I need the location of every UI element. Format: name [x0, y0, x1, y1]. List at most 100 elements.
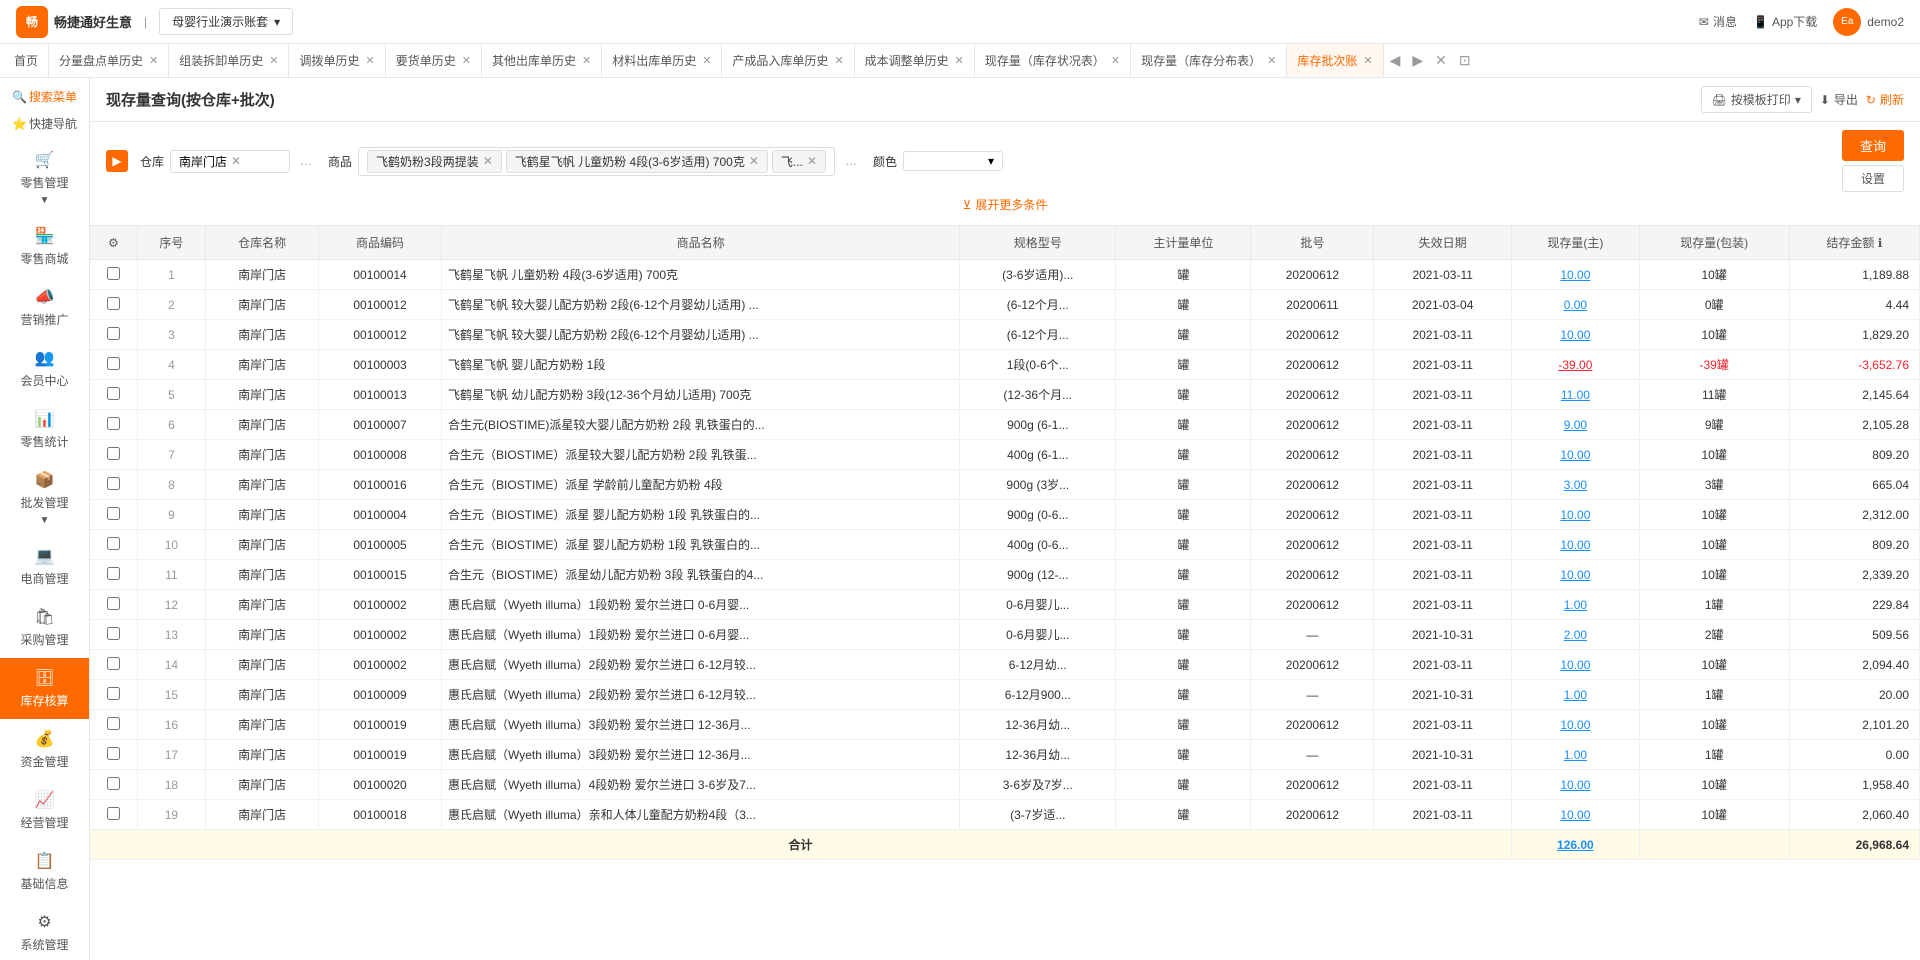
- td-qty-main[interactable]: 0.00: [1512, 290, 1640, 320]
- th-settings[interactable]: ⚙: [90, 226, 137, 260]
- sidebar-item-marketing[interactable]: 📣 营销推广: [0, 277, 89, 338]
- td-checkbox[interactable]: [90, 530, 137, 560]
- tab-cheng-ben[interactable]: 成本调整单历史 ✕: [855, 44, 975, 78]
- row-checkbox[interactable]: [107, 357, 120, 370]
- td-qty-main[interactable]: 10.00: [1512, 560, 1640, 590]
- row-checkbox[interactable]: [107, 387, 120, 400]
- close-tab-chan-pin[interactable]: ✕: [834, 54, 843, 67]
- tab-home[interactable]: 首页: [4, 44, 49, 78]
- row-checkbox[interactable]: [107, 327, 120, 340]
- row-checkbox[interactable]: [107, 597, 120, 610]
- td-checkbox[interactable]: [90, 590, 137, 620]
- td-checkbox[interactable]: [90, 560, 137, 590]
- td-checkbox[interactable]: [90, 800, 137, 830]
- td-checkbox[interactable]: [90, 680, 137, 710]
- sidebar-item-retail-shop[interactable]: 🏪 零售商城: [0, 216, 89, 277]
- sidebar-item-basic[interactable]: 📋 基础信息: [0, 841, 89, 902]
- goods-filter[interactable]: 飞鹤奶粉3段两提装 ✕ 飞鹤星飞帆 儿童奶粉 4段(3-6岁适用) 700克 ✕…: [358, 147, 835, 176]
- td-qty-main[interactable]: 2.00: [1512, 620, 1640, 650]
- del-goods-tag-3[interactable]: ✕: [807, 154, 817, 168]
- tab-more-btn[interactable]: ⊡: [1453, 52, 1477, 69]
- quick-nav-btn[interactable]: ⭐ 快捷导航: [8, 115, 81, 132]
- td-checkbox[interactable]: [90, 470, 137, 500]
- close-tab-qi-ta[interactable]: ✕: [582, 54, 591, 67]
- td-checkbox[interactable]: [90, 740, 137, 770]
- tab-prev-btn[interactable]: ◀: [1384, 52, 1407, 69]
- export-btn[interactable]: ⬇ 导出: [1820, 91, 1858, 108]
- sidebar-item-retail[interactable]: 🛒 零售管理 ▼: [0, 140, 89, 216]
- row-checkbox[interactable]: [107, 507, 120, 520]
- settings-icon[interactable]: ⚙: [108, 236, 119, 250]
- row-checkbox[interactable]: [107, 267, 120, 280]
- row-checkbox[interactable]: [107, 627, 120, 640]
- row-checkbox[interactable]: [107, 717, 120, 730]
- close-tab-cheng-ben[interactable]: ✕: [955, 54, 964, 67]
- close-tab-yao-huo[interactable]: ✕: [462, 54, 471, 67]
- app-download-btn[interactable]: 📱 App下载: [1753, 13, 1817, 30]
- close-tab-zu-chai[interactable]: ✕: [269, 54, 278, 67]
- sidebar-item-finance[interactable]: 💰 资金管理: [0, 719, 89, 780]
- tab-yao-huo[interactable]: 要货单历史 ✕: [386, 44, 482, 78]
- close-tab-cai-liao[interactable]: ✕: [702, 54, 711, 67]
- td-checkbox[interactable]: [90, 350, 137, 380]
- td-qty-main[interactable]: -39.00: [1512, 350, 1640, 380]
- td-checkbox[interactable]: [90, 650, 137, 680]
- td-checkbox[interactable]: [90, 710, 137, 740]
- tab-fen-pan[interactable]: 分量盘点单历史 ✕: [49, 44, 169, 78]
- tab-next-btn[interactable]: ▶: [1406, 52, 1429, 69]
- row-checkbox[interactable]: [107, 447, 120, 460]
- tab-chan-pin[interactable]: 产成品入库单历史 ✕: [722, 44, 854, 78]
- row-checkbox[interactable]: [107, 747, 120, 760]
- close-tab-fen-pan[interactable]: ✕: [149, 54, 158, 67]
- color-filter[interactable]: ▾: [903, 151, 1003, 171]
- td-checkbox[interactable]: [90, 320, 137, 350]
- td-qty-main[interactable]: 10.00: [1512, 320, 1640, 350]
- td-qty-main[interactable]: 10.00: [1512, 770, 1640, 800]
- row-checkbox[interactable]: [107, 657, 120, 670]
- more-goods-btn[interactable]: …: [841, 154, 861, 168]
- del-goods-tag-1[interactable]: ✕: [483, 154, 493, 168]
- td-qty-main[interactable]: 10.00: [1512, 800, 1640, 830]
- sidebar-item-ecommerce[interactable]: 💻 电商管理: [0, 536, 89, 597]
- refresh-btn[interactable]: ↻ 刷新: [1866, 91, 1904, 108]
- td-checkbox[interactable]: [90, 290, 137, 320]
- tab-close-all-btn[interactable]: ✕: [1429, 52, 1453, 69]
- td-qty-main[interactable]: 10.00: [1512, 260, 1640, 290]
- row-checkbox[interactable]: [107, 807, 120, 820]
- row-checkbox[interactable]: [107, 477, 120, 490]
- td-checkbox[interactable]: [90, 260, 137, 290]
- tab-xian-cun-kucun[interactable]: 现存量（库存状况表） ✕: [975, 44, 1131, 78]
- tab-kucun-pici[interactable]: 库存批次账 ✕: [1287, 44, 1383, 78]
- td-checkbox[interactable]: [90, 620, 137, 650]
- row-checkbox[interactable]: [107, 777, 120, 790]
- td-qty-main[interactable]: 1.00: [1512, 740, 1640, 770]
- user-avatar-area[interactable]: Ea demo2: [1833, 8, 1904, 36]
- td-qty-main[interactable]: 10.00: [1512, 650, 1640, 680]
- tab-tiao-bo[interactable]: 调拨单历史 ✕: [289, 44, 385, 78]
- del-goods-tag-2[interactable]: ✕: [749, 154, 759, 168]
- sidebar-item-inventory[interactable]: 🗄 库存核算: [0, 658, 89, 719]
- sidebar-item-member[interactable]: 👥 会员中心: [0, 338, 89, 399]
- td-qty-main[interactable]: 10.00: [1512, 530, 1640, 560]
- td-qty-main[interactable]: 1.00: [1512, 590, 1640, 620]
- td-checkbox[interactable]: [90, 410, 137, 440]
- tab-qi-ta[interactable]: 其他出库单历史 ✕: [482, 44, 602, 78]
- td-qty-main[interactable]: 10.00: [1512, 710, 1640, 740]
- sidebar-item-business[interactable]: 📈 经营管理: [0, 780, 89, 841]
- td-qty-main[interactable]: 9.00: [1512, 410, 1640, 440]
- row-checkbox[interactable]: [107, 537, 120, 550]
- close-tab-xian-cun-kucun[interactable]: ✕: [1111, 54, 1120, 67]
- td-checkbox[interactable]: [90, 500, 137, 530]
- more-warehouse-btn[interactable]: …: [296, 154, 316, 168]
- settings-btn[interactable]: 设置: [1842, 165, 1904, 192]
- td-checkbox[interactable]: [90, 380, 137, 410]
- row-checkbox[interactable]: [107, 417, 120, 430]
- td-qty-main[interactable]: 10.00: [1512, 440, 1640, 470]
- close-tab-xian-cun-fenpei[interactable]: ✕: [1267, 54, 1276, 67]
- search-menu-btn[interactable]: 🔍 搜索菜单: [8, 88, 81, 105]
- td-checkbox[interactable]: [90, 440, 137, 470]
- message-btn[interactable]: ✉ 消息: [1699, 13, 1737, 30]
- td-qty-main[interactable]: 3.00: [1512, 470, 1640, 500]
- td-checkbox[interactable]: [90, 770, 137, 800]
- sidebar-item-system[interactable]: ⚙ 系统管理: [0, 902, 89, 960]
